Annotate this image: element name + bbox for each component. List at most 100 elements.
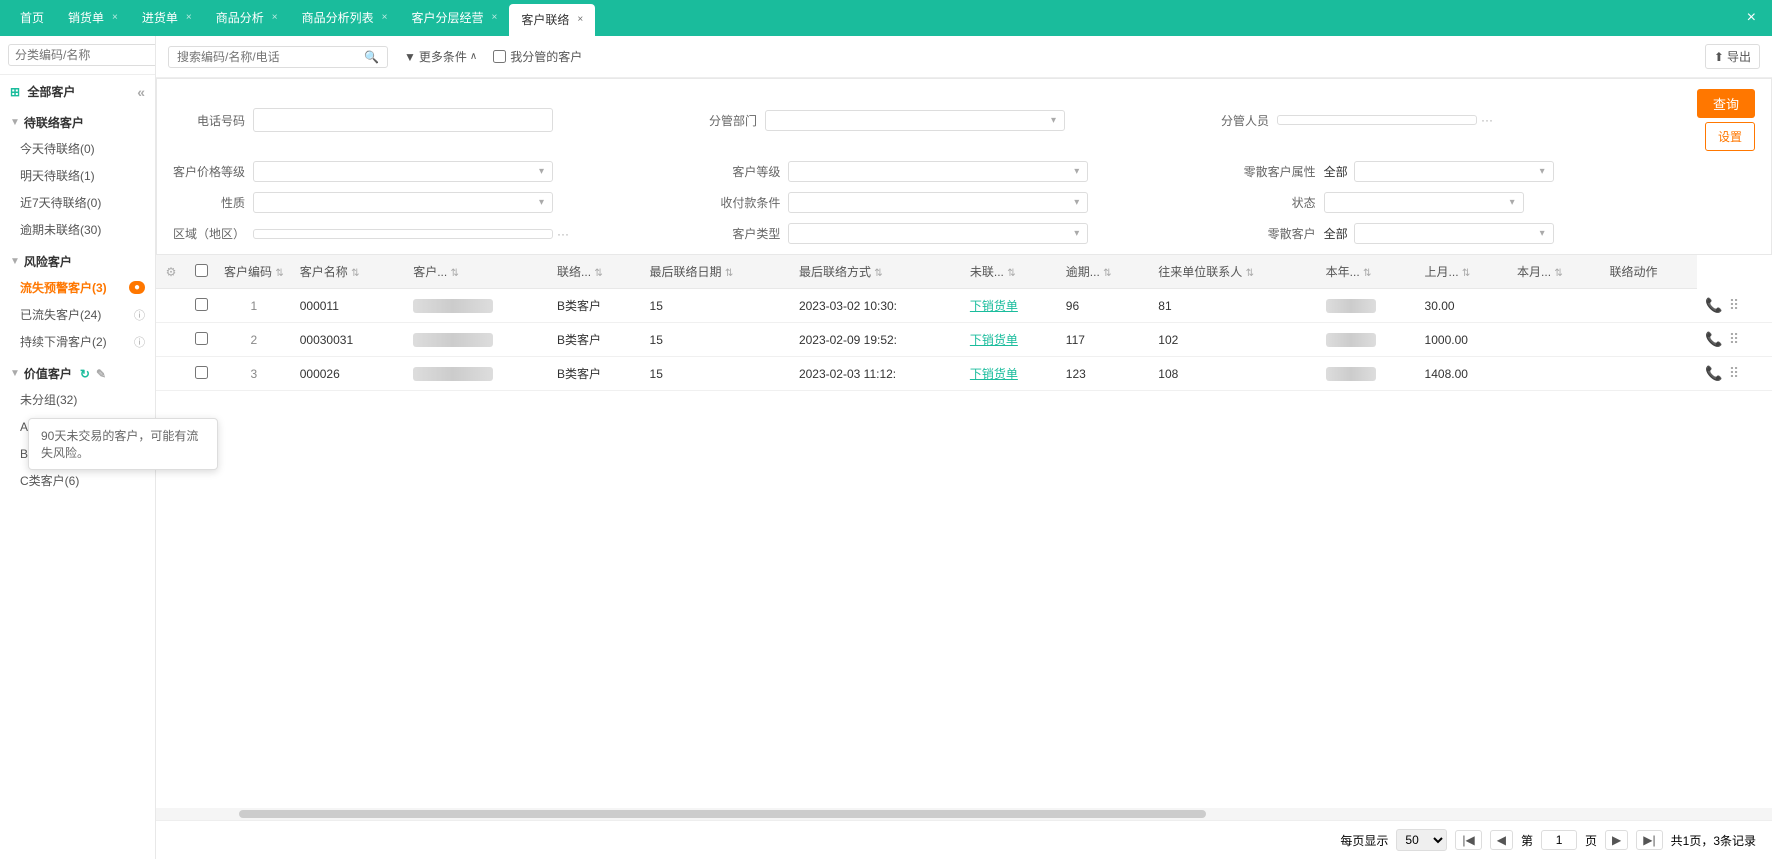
horizontal-scrollbar[interactable] [156,808,1772,820]
scroll-thumb[interactable] [239,810,1206,818]
settings-btn[interactable]: 设置 [1705,122,1755,151]
close-all-tabs[interactable]: × [1739,9,1764,27]
last-way-link[interactable]: 下销货单 [970,367,1018,381]
sidebar-item-type-c[interactable]: C类客户(6) [0,467,155,494]
more-conditions-btn[interactable]: ▼ 更多条件 ∧ [396,45,485,68]
close-sales-tab[interactable]: × [112,0,118,36]
edit-icon[interactable]: ✎ [96,367,106,381]
more-action-icon[interactable]: ⠿ [1729,365,1739,382]
filter-search-icon[interactable]: 🔍 [364,50,379,64]
sidebar-item-7days[interactable]: 近7天待联络(0) [0,189,155,216]
export-btn[interactable]: ⬆ 导出 [1705,44,1760,69]
row-checkbox-cell[interactable] [186,289,216,323]
close-purchase-tab[interactable]: × [186,0,192,36]
nav-purchase[interactable]: 进货单 × [130,0,204,36]
row-checkbox-1[interactable] [195,332,208,345]
nav-home[interactable]: 首页 [8,0,56,36]
sort-way-icon[interactable]: ⇅ [874,268,882,279]
sidebar-item-today[interactable]: 今天待联络(0) [0,135,155,162]
customer-level-select[interactable]: ▾ [788,161,1088,182]
table-row: 3 000026 B类客户 15 2023-02-03 11:12: 下销货单 … [156,357,1772,391]
close-product-analysis-tab[interactable]: × [272,0,278,36]
more-action-icon[interactable]: ⠿ [1729,331,1739,348]
sidebar-item-ungrouped[interactable]: 未分组(32) [0,386,155,413]
next-page-btn[interactable]: ▶ [1605,830,1628,850]
close-customer-contact-tab[interactable]: × [577,4,583,36]
page-input[interactable] [1541,830,1577,850]
filter-phone-field: 电话号码 [173,108,661,132]
filter-search-input[interactable] [177,50,364,64]
filter-search-box[interactable]: 🔍 [168,46,388,68]
row-last-way[interactable]: 下销货单 [962,357,1058,391]
sort-contact-icon[interactable]: ⇅ [594,268,602,279]
manager-select[interactable] [1277,115,1477,125]
last-way-link[interactable]: 下销货单 [970,299,1018,313]
sidebar-section-pending-title[interactable]: ▼ 待联络客户 [0,108,155,135]
close-customer-seg-tab[interactable]: × [491,0,497,36]
table-gear-col[interactable]: ⚙ [156,255,186,289]
row-last-way[interactable]: 下销货单 [962,289,1058,323]
row-checkbox-2[interactable] [195,366,208,379]
region-select[interactable] [253,229,553,239]
row-overdue: 102 [1150,323,1317,357]
close-product-analysis-list-tab[interactable]: × [382,0,388,36]
refresh-icon[interactable]: ↻ [80,367,90,381]
nav-product-analysis[interactable]: 商品分析 × [204,0,290,36]
select-all-checkbox[interactable] [195,264,208,277]
region-dots[interactable]: ··· [557,227,569,241]
table-checkbox-all[interactable] [186,255,216,289]
gender-select[interactable]: ▾ [253,192,553,213]
sort-name-icon[interactable]: ⇅ [351,268,359,279]
manager-dots[interactable]: ··· [1481,113,1493,127]
row-checkbox-cell[interactable] [186,357,216,391]
row-checkbox-0[interactable] [195,298,208,311]
row-last-way[interactable]: 下销货单 [962,323,1058,357]
sort-year-icon[interactable]: ⇅ [1363,268,1371,279]
row-checkbox-cell[interactable] [186,323,216,357]
collapse-icon[interactable]: « [137,84,145,100]
customer-type-select[interactable]: ▾ [788,223,1088,244]
sort-overdue-icon[interactable]: ⇅ [1103,268,1111,279]
sort-type-icon[interactable]: ⇅ [451,268,459,279]
my-customers-checkbox[interactable] [493,50,506,63]
sidebar-item-tomorrow[interactable]: 明天待联络(1) [0,162,155,189]
sort-unlocked-icon[interactable]: ⇅ [1007,268,1015,279]
sidebar-root-header[interactable]: ⊞ 全部客户 « [0,75,155,108]
nav-sales[interactable]: 销货单 × [56,0,130,36]
info-icon: ⓘ [134,307,145,323]
phone-action-icon[interactable]: 📞 [1705,297,1722,314]
sidebar-section-value-title[interactable]: ▼ 价值客户 ↻ ✎ [0,359,155,386]
sidebar-item-declining[interactable]: 持续下滑客户(2) ⓘ [0,328,155,355]
sidebar-item-overdue[interactable]: 逾期未联络(30) [0,216,155,243]
sort-liaison-icon[interactable]: ⇅ [1246,268,1254,279]
nav-product-analysis-list[interactable]: 商品分析列表 × [290,0,400,36]
per-page-select[interactable]: 50 20 100 [1396,829,1447,851]
phone-action-icon[interactable]: 📞 [1705,365,1722,382]
status-select[interactable]: ▾ [1324,192,1524,213]
sort-last-month-icon[interactable]: ⇅ [1462,268,1470,279]
price-level-select[interactable]: ▾ [253,161,553,182]
sidebar-item-churned[interactable]: 已流失客户(24) ⓘ [0,301,155,328]
prev-page-btn[interactable]: ◀ [1490,830,1513,850]
my-customers-checkbox-wrap[interactable]: 我分管的客户 [493,48,582,65]
zero-attr-select[interactable]: ▾ [1354,161,1554,182]
nav-customer-segmentation[interactable]: 客户分层经营 × [399,0,509,36]
zero-customer-select[interactable]: ▾ [1354,223,1554,244]
query-btn[interactable]: 查询 [1697,89,1755,118]
sidebar-item-churn-warning[interactable]: 流失预警客户(3) ● [0,274,155,301]
last-page-btn[interactable]: ▶| [1636,830,1662,850]
arrow-down-icon: ▼ [10,117,20,128]
phone-input[interactable] [253,108,553,132]
sort-this-month-icon[interactable]: ⇅ [1554,268,1562,279]
sort-date-icon[interactable]: ⇅ [725,268,733,279]
sidebar-search-input[interactable] [8,44,156,66]
first-page-btn[interactable]: |◀ [1455,830,1481,850]
phone-action-icon[interactable]: 📞 [1705,331,1722,348]
dept-select[interactable]: ▾ [765,110,1065,131]
nav-customer-contact[interactable]: 客户联络 × [509,4,595,36]
last-way-link[interactable]: 下销货单 [970,333,1018,347]
more-action-icon[interactable]: ⠿ [1729,297,1739,314]
sort-code-icon[interactable]: ⇅ [275,268,283,279]
payment-select[interactable]: ▾ [788,192,1088,213]
sidebar-section-risk-title[interactable]: ▼ 风险客户 [0,247,155,274]
